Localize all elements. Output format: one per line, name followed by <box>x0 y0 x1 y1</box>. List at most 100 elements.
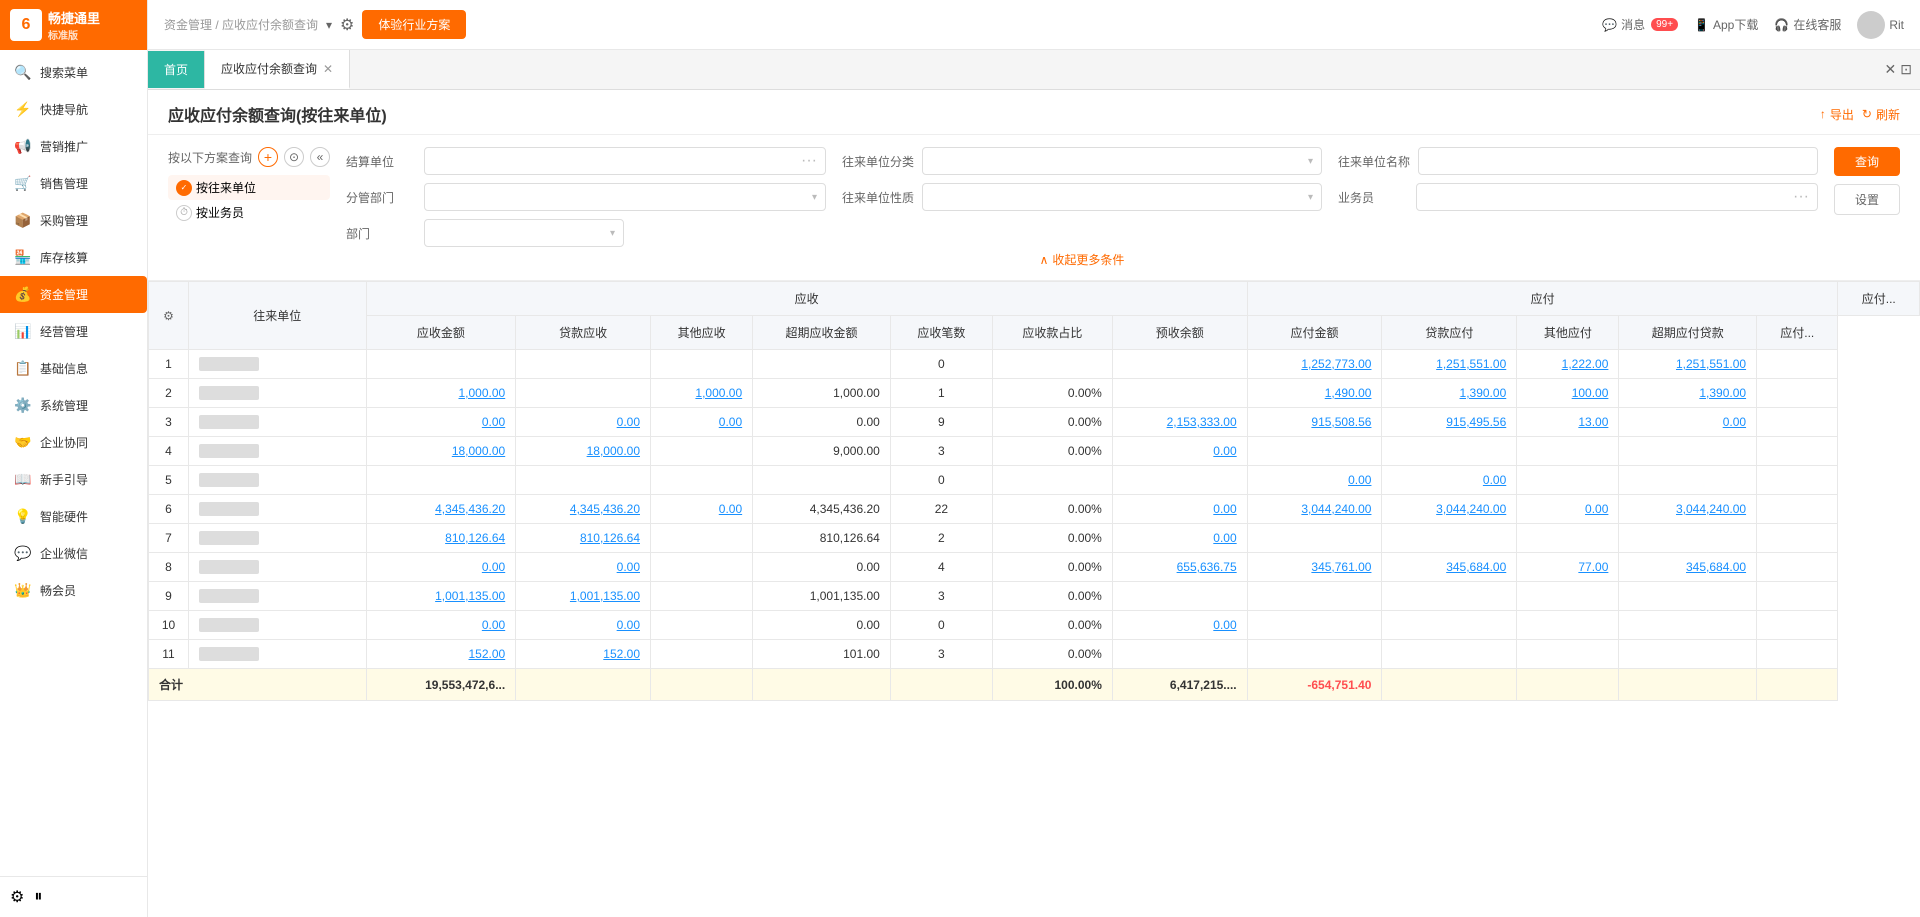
table-row: 6 4,345,436.20 4,345,436.20 0.00 4,345,4… <box>149 495 1920 524</box>
cell-ar-amount: 0.00 <box>366 553 516 582</box>
total-ap-loan <box>1382 669 1517 701</box>
sidebar-item-9[interactable]: ⚙️系统管理 <box>0 387 147 424</box>
cell-ar-overdue: 0.00 <box>753 408 891 437</box>
cell-ap-loan <box>1382 582 1517 611</box>
sidebar-icon-9: ⚙️ <box>14 397 32 414</box>
topbar-nav: 资金管理 / 应收应付余额查询 ▾ ⚙ 体验行业方案 <box>164 10 1590 39</box>
topbar-dropdown-icon[interactable]: ▾ <box>326 18 332 32</box>
topbar-gear-icon[interactable]: ⚙ <box>340 15 354 35</box>
collapse-icon[interactable]: ⏸ <box>34 888 42 906</box>
tab-expand-icon[interactable]: ⊡ <box>1900 61 1912 78</box>
total-ar-ratio: 100.00% <box>992 669 1112 701</box>
sidebar-item-3[interactable]: 🛒 销售管理 <box>0 165 147 202</box>
filter-scheme-collapse-icon[interactable]: « <box>310 147 330 167</box>
sidebar-label-11: 新手引导 <box>40 471 88 488</box>
sidebar-item-2[interactable]: 📢营销推广 <box>0 128 147 165</box>
cell-ap-other: 77.00 <box>1517 553 1619 582</box>
sidebar-item-8[interactable]: 📋基础信息 <box>0 350 147 387</box>
sidebar-label-10: 企业协同 <box>40 434 88 451</box>
app-name: 畅捷通里 <box>48 8 100 27</box>
cell-ar-overdue: 0.00 <box>753 553 891 582</box>
cell-ap-extra <box>1757 350 1838 379</box>
cell-ar-ratio: 0.00% <box>992 437 1112 466</box>
sidebar-item-14[interactable]: 👑畅会员 <box>0 572 147 609</box>
filter-group-name: 往来单位名称 <box>1338 147 1818 175</box>
cell-index: 4 <box>149 437 189 466</box>
dept-select[interactable]: ▾ <box>424 183 826 211</box>
sidebar-bottom: ⚙ ⏸ <box>0 876 147 917</box>
sidebar-item-10[interactable]: 🤝企业协同 <box>0 424 147 461</box>
cell-index: 2 <box>149 379 189 408</box>
settings-icon[interactable]: ⚙ <box>10 887 24 907</box>
sidebar-label-7: 经营管理 <box>40 323 88 340</box>
cell-ar-overdue: 4,345,436.20 <box>753 495 891 524</box>
cell-ap-amount: 1,490.00 <box>1247 379 1382 408</box>
name-input[interactable] <box>1418 147 1818 175</box>
cell-ap-amount <box>1247 524 1382 553</box>
message-btn[interactable]: 💬 消息 99+ <box>1602 16 1678 33</box>
cell-ap-extra <box>1757 379 1838 408</box>
sidebar-label-5: 库存核算 <box>40 249 88 266</box>
cell-index: 3 <box>149 408 189 437</box>
salesman-input[interactable]: ··· <box>1416 183 1818 211</box>
cell-ap-other: 13.00 <box>1517 408 1619 437</box>
online-service-btn[interactable]: 🎧 在线客服 <box>1774 16 1841 33</box>
set-btn[interactable]: 设置 <box>1834 184 1900 215</box>
export-btn[interactable]: ↑ 导出 <box>1820 106 1854 123</box>
table-row: 9 1,001,135.00 1,001,135.00 1,001,135.00… <box>149 582 1920 611</box>
user-info[interactable]: Rit <box>1857 11 1904 39</box>
total-ap-other <box>1517 669 1619 701</box>
trial-btn[interactable]: 体验行业方案 <box>362 10 466 39</box>
sidebar-icon-5: 🏪 <box>14 249 32 266</box>
cell-ar-prepay: 0.00 <box>1112 611 1247 640</box>
tab-ar-query[interactable]: 应收应付余额查询 ✕ <box>205 50 350 89</box>
cell-ar-ratio <box>992 350 1112 379</box>
refresh-icon: ↻ <box>1862 107 1872 121</box>
app-download-btn[interactable]: 📱 App下载 <box>1694 16 1758 33</box>
cell-index: 8 <box>149 553 189 582</box>
table-settings-icon[interactable]: ⚙ <box>163 309 174 323</box>
sidebar-item-13[interactable]: 💬企业微信 <box>0 535 147 572</box>
tab-home-label: 首页 <box>164 61 188 78</box>
collapse-btn[interactable]: ∧ 收起更多条件 <box>346 251 1818 268</box>
sidebar-label-3: 销售管理 <box>40 175 88 192</box>
total-ar-loan <box>516 669 651 701</box>
settlement-dots: ··· <box>801 152 817 170</box>
filter-add-btn[interactable]: + <box>258 147 278 167</box>
scheme-by-salesman[interactable]: ⏱ 按业务员 <box>168 200 330 225</box>
cell-ar-amount: 0.00 <box>366 408 516 437</box>
sidebar-logo: 6 畅捷通里 标准版 <box>0 0 147 50</box>
cell-unit <box>189 350 367 379</box>
tab-close-window-icon[interactable]: ✕ <box>1885 61 1897 78</box>
cell-ap-overdue: 3,044,240.00 <box>1619 495 1757 524</box>
topbar: 资金管理 / 应收应付余额查询 ▾ ⚙ 体验行业方案 💬 消息 99+ 📱 Ap… <box>148 0 1920 50</box>
sidebar-item-7[interactable]: 📊经营管理 <box>0 313 147 350</box>
nature-select[interactable]: ▾ <box>922 183 1322 211</box>
refresh-btn[interactable]: ↻ 刷新 <box>1862 106 1900 123</box>
filter-scheme-settings-icon[interactable]: ⊙ <box>284 147 304 167</box>
th-ap-extra: 应付... <box>1838 282 1920 316</box>
cell-ar-count: 0 <box>890 466 992 495</box>
sidebar-item-6[interactable]: 💰资金管理 <box>0 276 147 313</box>
sidebar-item-12[interactable]: 💡智能硬件 <box>0 498 147 535</box>
scheme-by-unit[interactable]: ✓ 按往来单位 <box>168 175 330 200</box>
cell-ap-loan <box>1382 524 1517 553</box>
tab-close-icon[interactable]: ✕ <box>323 62 333 76</box>
settlement-input[interactable]: ··· <box>424 147 826 175</box>
cell-ar-other <box>651 611 753 640</box>
sidebar-item-4[interactable]: 📦采购管理 <box>0 202 147 239</box>
sidebar-item-1[interactable]: ⚡快捷导航 <box>0 91 147 128</box>
cell-ar-amount: 810,126.64 <box>366 524 516 553</box>
sidebar-item-5[interactable]: 🏪 库存核算 <box>0 239 147 276</box>
total-ap-extra <box>1757 669 1838 701</box>
cell-ar-loan <box>516 466 651 495</box>
cell-ar-prepay: 0.00 <box>1112 495 1247 524</box>
cell-ap-loan <box>1382 640 1517 669</box>
sidebar-item-0[interactable]: 🔍搜索菜单 <box>0 54 147 91</box>
dept2-select[interactable]: ▾ <box>424 219 624 247</box>
query-btn[interactable]: 查询 <box>1834 147 1900 176</box>
tab-home[interactable]: 首页 <box>148 51 205 88</box>
sidebar-icon-3: 🛒 <box>14 175 32 192</box>
category-select[interactable]: ▾ <box>922 147 1322 175</box>
sidebar-item-11[interactable]: 📖新手引导 <box>0 461 147 498</box>
